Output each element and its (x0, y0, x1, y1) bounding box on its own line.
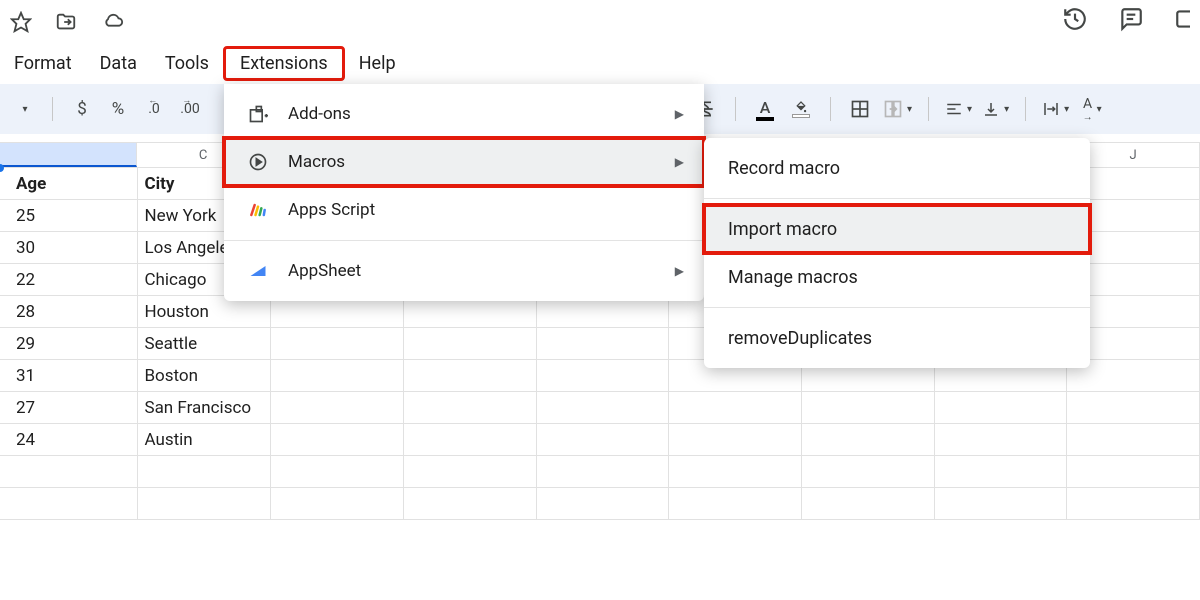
table-row: 27 San Francisco (0, 392, 1200, 424)
menu-format[interactable]: Format (0, 49, 86, 78)
menu-item-addons[interactable]: Add-ons ▶ (224, 90, 704, 138)
menu-label: Macros (288, 152, 345, 172)
percent-button[interactable]: % (105, 94, 131, 124)
table-row (0, 488, 1200, 520)
menu-tools[interactable]: Tools (151, 49, 223, 78)
separator (735, 97, 736, 121)
more-toolbar-icon[interactable] (10, 94, 36, 124)
vertical-align-icon[interactable] (982, 94, 1009, 124)
titlebar (0, 0, 1200, 44)
separator (928, 97, 929, 121)
macros-icon (244, 152, 272, 172)
cell[interactable]: 22 (0, 264, 138, 295)
apps-script-icon (244, 200, 272, 220)
menu-item-custom-macro[interactable]: removeDuplicates (704, 314, 1090, 362)
text-rotation-icon[interactable]: A→ (1079, 94, 1105, 124)
cell[interactable]: 30 (0, 232, 138, 263)
menu-item-manage-macros[interactable]: Manage macros (704, 253, 1090, 301)
submenu-arrow-icon: ▶ (675, 107, 684, 121)
cell[interactable]: 25 (0, 200, 138, 231)
selection-dot (0, 164, 4, 172)
cell[interactable]: Boston (138, 360, 271, 391)
menu-extensions[interactable]: Extensions (223, 46, 345, 81)
fill-color-icon[interactable] (788, 94, 814, 124)
menu-data[interactable]: Data (86, 49, 151, 78)
menu-item-record-macro[interactable]: Record macro (704, 144, 1090, 192)
table-row (0, 456, 1200, 488)
meet-icon[interactable] (1174, 6, 1190, 32)
menu-item-macros[interactable]: Macros ▶ (224, 138, 704, 186)
cell[interactable]: 31 (0, 360, 138, 391)
history-icon[interactable] (1062, 6, 1088, 32)
separator (224, 240, 704, 241)
currency-button[interactable]: $ (69, 94, 95, 124)
cell[interactable]: 27 (0, 392, 138, 423)
menubar: Format Data Tools Extensions Help (0, 44, 1200, 82)
cell[interactable]: 29 (0, 328, 138, 359)
increase-decimal-button[interactable]: .00→ (177, 94, 203, 124)
submenu-arrow-icon: ▶ (675, 264, 684, 278)
cell[interactable]: San Francisco (138, 392, 271, 423)
header-cell-age[interactable]: Age (0, 168, 138, 199)
table-row: 24 Austin (0, 424, 1200, 456)
menu-label: Apps Script (288, 200, 375, 220)
cell[interactable]: 28 (0, 296, 138, 327)
separator (830, 97, 831, 121)
menu-label: AppSheet (288, 261, 361, 281)
menu-item-import-macro[interactable]: Import macro (704, 205, 1090, 253)
appsheet-icon (244, 261, 272, 281)
comment-icon[interactable] (1118, 6, 1144, 32)
separator (704, 307, 1090, 308)
menu-item-apps-script[interactable]: Apps Script (224, 186, 704, 234)
cloud-status-icon[interactable] (100, 11, 126, 33)
borders-icon[interactable] (847, 94, 873, 124)
menu-help[interactable]: Help (345, 49, 410, 78)
col-header-b[interactable] (0, 143, 137, 167)
menu-item-appsheet[interactable]: AppSheet ▶ (224, 247, 704, 295)
cell[interactable]: 24 (0, 424, 138, 455)
macros-submenu: Record macro Import macro Manage macros … (704, 138, 1090, 368)
cell[interactable]: Seattle (138, 328, 271, 359)
submenu-arrow-icon: ▶ (675, 155, 684, 169)
separator (704, 198, 1090, 199)
separator (52, 97, 53, 121)
text-wrap-icon[interactable] (1042, 94, 1069, 124)
merge-cells-icon[interactable] (883, 94, 912, 124)
text-color-icon[interactable]: A (752, 94, 778, 124)
star-icon[interactable] (10, 11, 32, 33)
decrease-decimal-button[interactable]: .0← (141, 94, 167, 124)
move-folder-icon[interactable] (54, 11, 78, 33)
separator (1025, 97, 1026, 121)
cell[interactable]: Austin (138, 424, 271, 455)
menu-label: Add-ons (288, 104, 351, 124)
horizontal-align-icon[interactable] (945, 94, 972, 124)
addons-icon (244, 104, 272, 124)
extensions-dropdown: Add-ons ▶ Macros ▶ Apps Script AppSheet … (224, 84, 704, 301)
